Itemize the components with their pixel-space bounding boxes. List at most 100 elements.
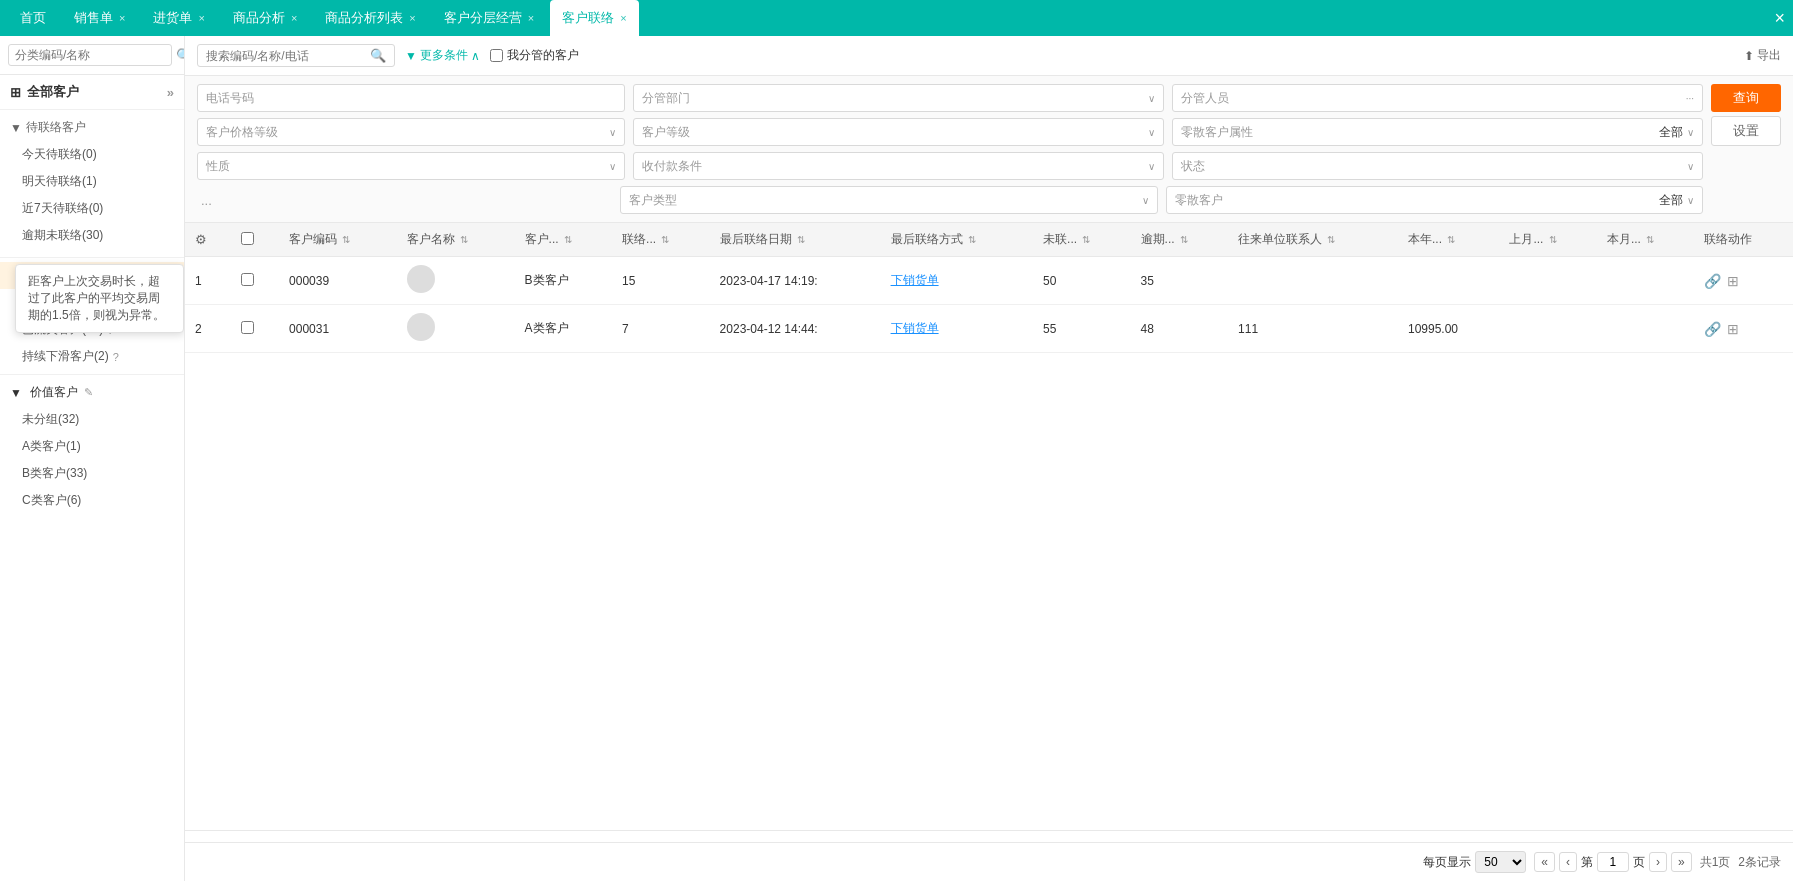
export-button[interactable]: ⬆ 导出 (1744, 47, 1781, 64)
last-page-button[interactable]: » (1671, 852, 1692, 872)
sidebar-item-today[interactable]: 今天待联络(0) (0, 141, 184, 168)
filter-dept[interactable]: 分管部门 ∨ (633, 84, 1164, 112)
settings-button[interactable]: 设置 (1711, 116, 1781, 146)
filter-retail-customer[interactable]: 零散客户 全部 ∨ (1166, 186, 1703, 214)
nav-item-customer-mgmt[interactable]: 客户分层经营 × (432, 0, 546, 36)
first-page-button[interactable]: « (1534, 852, 1555, 872)
sidebar-item-c-class[interactable]: C类客户(6) (0, 487, 184, 514)
close-customer-contact-icon[interactable]: × (620, 12, 626, 24)
row1-select-checkbox[interactable] (241, 273, 254, 286)
help-icon-declining[interactable]: ? (113, 351, 119, 363)
filter-customer-level[interactable]: 客户等级 ∨ (633, 118, 1164, 146)
sort-contact-count-icon[interactable]: ⇅ (661, 234, 669, 245)
row1-last-method: 下销货单 (881, 257, 1034, 305)
sort-type-icon[interactable]: ⇅ (564, 234, 572, 245)
close-all-tabs-button[interactable]: × (1774, 8, 1785, 29)
sort-method-icon[interactable]: ⇅ (968, 234, 976, 245)
sort-last-date-icon[interactable]: ⇅ (797, 234, 805, 245)
sort-contact-person-icon[interactable]: ⇅ (1327, 234, 1335, 245)
table-header-last-contact-date: 最后联络日期 ⇅ (710, 223, 881, 257)
row1-grid-icon[interactable]: ⊞ (1727, 273, 1739, 289)
price-dropdown-icon: ∨ (609, 127, 616, 138)
sidebar-item-b-class[interactable]: B类客户(33) (0, 460, 184, 487)
table-header-last-month: 上月... ⇅ (1499, 223, 1597, 257)
filter-price-level[interactable]: 客户价格等级 ∨ (197, 118, 625, 146)
sidebar-item-overdue[interactable]: 逾期未联络(30) (0, 222, 184, 249)
sort-this-month-icon[interactable]: ⇅ (1646, 234, 1654, 245)
sidebar-search-input[interactable] (8, 44, 172, 66)
more-filter-dots[interactable]: ... (197, 193, 216, 208)
close-customer-mgmt-icon[interactable]: × (528, 12, 534, 24)
row2-type: A类客户 (515, 305, 613, 353)
nav-item-sales[interactable]: 销售单 × (62, 0, 137, 36)
filter-phone[interactable]: 电话号码 (197, 84, 625, 112)
sidebar-item-week[interactable]: 近7天待联络(0) (0, 195, 184, 222)
sort-uncontacted-icon[interactable]: ⇅ (1082, 234, 1090, 245)
sort-code-icon[interactable]: ⇅ (342, 234, 350, 245)
retail-customer-dropdown-icon: ∨ (1687, 195, 1694, 206)
sidebar-item-a-class[interactable]: A类客户(1) (0, 433, 184, 460)
sidebar-search-button[interactable]: 🔍 (176, 48, 185, 63)
sort-last-month-icon[interactable]: ⇅ (1549, 234, 1557, 245)
row2-last-method: 下销货单 (881, 305, 1034, 353)
next-page-button[interactable]: › (1649, 852, 1667, 872)
content-area: 🔍 ▼ 更多条件 ∧ 我分管的客户 ⬆ 导出 (185, 36, 1793, 881)
sort-overdue-icon[interactable]: ⇅ (1180, 234, 1188, 245)
page-size-select[interactable]: 50 100 200 (1475, 851, 1526, 873)
filter-retail-attr[interactable]: 零散客户属性 全部 ∨ (1172, 118, 1703, 146)
filter-payment[interactable]: 收付款条件 ∨ (633, 152, 1164, 180)
nav-item-home[interactable]: 首页 (8, 0, 58, 36)
nav-item-analysis[interactable]: 商品分析 × (221, 0, 309, 36)
sidebar-item-declining[interactable]: 持续下滑客户(2) ? (0, 343, 184, 370)
sidebar-item-ungroup[interactable]: 未分组(32) (0, 406, 184, 433)
row2-code: 000031 (279, 305, 397, 353)
sidebar-item-tomorrow[interactable]: 明天待联络(1) (0, 168, 184, 195)
filter-status[interactable]: 状态 ∨ (1172, 152, 1703, 180)
row2-last-date: 2023-04-12 14:44: (710, 305, 881, 353)
sidebar-pending-title[interactable]: ▼ 待联络客户 (0, 114, 184, 141)
row2-method-link[interactable]: 下销货单 (891, 321, 939, 335)
column-settings-button[interactable]: ⚙ (195, 232, 207, 247)
sidebar-all-customers[interactable]: ⊞ 全部客户 » (0, 75, 184, 110)
close-sales-icon[interactable]: × (119, 12, 125, 24)
row2-link-icon[interactable]: 🔗 (1704, 321, 1721, 337)
filter-row-4: ... 客户类型 ∨ 零散客户 全部 ∨ (197, 186, 1703, 214)
sort-name-icon[interactable]: ⇅ (460, 234, 468, 245)
row1-contact-person (1228, 257, 1398, 305)
nav-item-customer-contact[interactable]: 客户联络 × (550, 0, 638, 36)
sort-this-year-icon[interactable]: ⇅ (1447, 234, 1455, 245)
row2-action-buttons: 🔗 ⊞ (1704, 321, 1783, 337)
horizontal-scrollbar[interactable] (185, 830, 1793, 842)
row2-uncontacted: 55 (1033, 305, 1131, 353)
row2-grid-icon[interactable]: ⊞ (1727, 321, 1739, 337)
filter-search-icon: 🔍 (370, 48, 386, 63)
sidebar-value-customers-title[interactable]: ▼ 价值客户 ✎ (0, 379, 184, 406)
prev-page-button[interactable]: ‹ (1559, 852, 1577, 872)
filter-nature[interactable]: 性质 ∨ (197, 152, 625, 180)
collapse-sidebar-icon[interactable]: » (167, 85, 174, 100)
close-purchase-icon[interactable]: × (198, 12, 204, 24)
row1-link-icon[interactable]: 🔗 (1704, 273, 1721, 289)
value-expand-icon: ▼ (10, 386, 22, 400)
close-analysis-list-icon[interactable]: × (409, 12, 415, 24)
my-customers-checkbox[interactable] (490, 49, 503, 62)
row1-last-date: 2023-04-17 14:19: (710, 257, 881, 305)
nav-item-purchase[interactable]: 进货单 × (141, 0, 216, 36)
filter-customer-type[interactable]: 客户类型 ∨ (620, 186, 1157, 214)
close-analysis-icon[interactable]: × (291, 12, 297, 24)
row1-checkbox (231, 257, 279, 305)
filter-search-input[interactable] (206, 49, 366, 63)
row2-name (397, 305, 515, 353)
row2-select-checkbox[interactable] (241, 321, 254, 334)
filter-manager[interactable]: 分管人员 ··· (1172, 84, 1703, 112)
page-number-input[interactable] (1597, 852, 1629, 872)
nav-item-analysis-list[interactable]: 商品分析列表 × (313, 0, 427, 36)
row1-method-link[interactable]: 下销货单 (891, 273, 939, 287)
filter-more-btn[interactable]: ▼ 更多条件 ∧ (405, 47, 480, 64)
edit-value-icon[interactable]: ✎ (84, 386, 93, 399)
select-all-checkbox[interactable] (241, 232, 254, 245)
row1-actions: 🔗 ⊞ (1694, 257, 1793, 305)
query-button[interactable]: 查询 (1711, 84, 1781, 112)
row2-contact-person: 111 (1228, 305, 1398, 353)
row1-type: B类客户 (515, 257, 613, 305)
